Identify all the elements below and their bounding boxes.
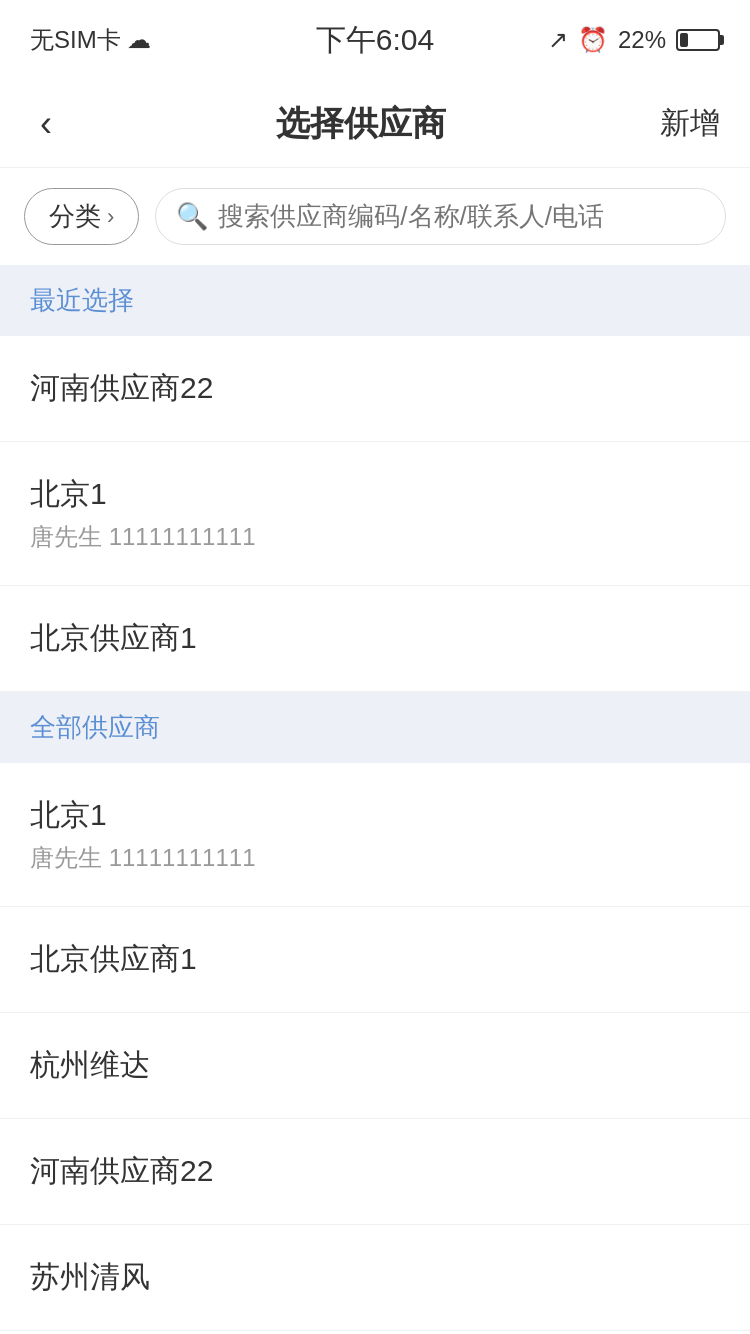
status-left: 无SIM卡 ☁: [30, 24, 151, 56]
item-sub: 唐先生 11111111111: [30, 842, 720, 874]
list-item[interactable]: 苏州清风: [0, 1225, 750, 1331]
all-section-label: 全部供应商: [30, 712, 160, 742]
item-name: 河南供应商22: [30, 368, 720, 409]
list-item[interactable]: 北京1 唐先生 11111111111: [0, 442, 750, 586]
list-item[interactable]: 北京供应商1: [0, 586, 750, 692]
add-button[interactable]: 新增: [660, 103, 720, 144]
all-section-header: 全部供应商: [0, 692, 750, 763]
search-area: 分类 › 🔍: [0, 168, 750, 265]
status-right: ↗ ⏰ 22%: [548, 26, 720, 54]
search-input[interactable]: [218, 201, 705, 232]
item-name: 北京1: [30, 474, 720, 515]
list-item[interactable]: 河南供应商22: [0, 1119, 750, 1225]
status-bar: 无SIM卡 ☁ 下午6:04 ↗ ⏰ 22%: [0, 0, 750, 80]
search-icon: 🔍: [176, 201, 208, 232]
all-items-list: 北京1 唐先生 11111111111 北京供应商1 杭州维达 河南供应商22 …: [0, 763, 750, 1331]
chevron-right-icon: ›: [107, 204, 114, 230]
page-title: 选择供应商: [276, 101, 446, 147]
battery-percent: 22%: [618, 26, 666, 54]
recent-section-label: 最近选择: [30, 285, 134, 315]
item-name: 北京供应商1: [30, 939, 720, 980]
location-icon: ↗: [548, 26, 568, 54]
category-button[interactable]: 分类 ›: [24, 188, 139, 245]
alarm-icon: ⏰: [578, 26, 608, 54]
list-item[interactable]: 杭州维达: [0, 1013, 750, 1119]
item-name: 北京1: [30, 795, 720, 836]
item-name: 杭州维达: [30, 1045, 720, 1086]
list-item[interactable]: 北京供应商1: [0, 907, 750, 1013]
item-name: 苏州清风: [30, 1257, 720, 1298]
recent-section-header: 最近选择: [0, 265, 750, 336]
recent-items-list: 河南供应商22 北京1 唐先生 11111111111 北京供应商1: [0, 336, 750, 692]
list-item[interactable]: 北京1 唐先生 11111111111: [0, 763, 750, 907]
list-item[interactable]: 河南供应商22: [0, 336, 750, 442]
back-button[interactable]: ‹: [30, 93, 62, 155]
battery-icon: [676, 29, 720, 51]
search-box[interactable]: 🔍: [155, 188, 726, 245]
category-label: 分类: [49, 199, 101, 234]
status-time: 下午6:04: [316, 20, 434, 61]
sim-status: 无SIM卡 ☁: [30, 24, 151, 56]
item-name: 河南供应商22: [30, 1151, 720, 1192]
nav-bar: ‹ 选择供应商 新增: [0, 80, 750, 168]
item-sub: 唐先生 11111111111: [30, 521, 720, 553]
item-name: 北京供应商1: [30, 618, 720, 659]
